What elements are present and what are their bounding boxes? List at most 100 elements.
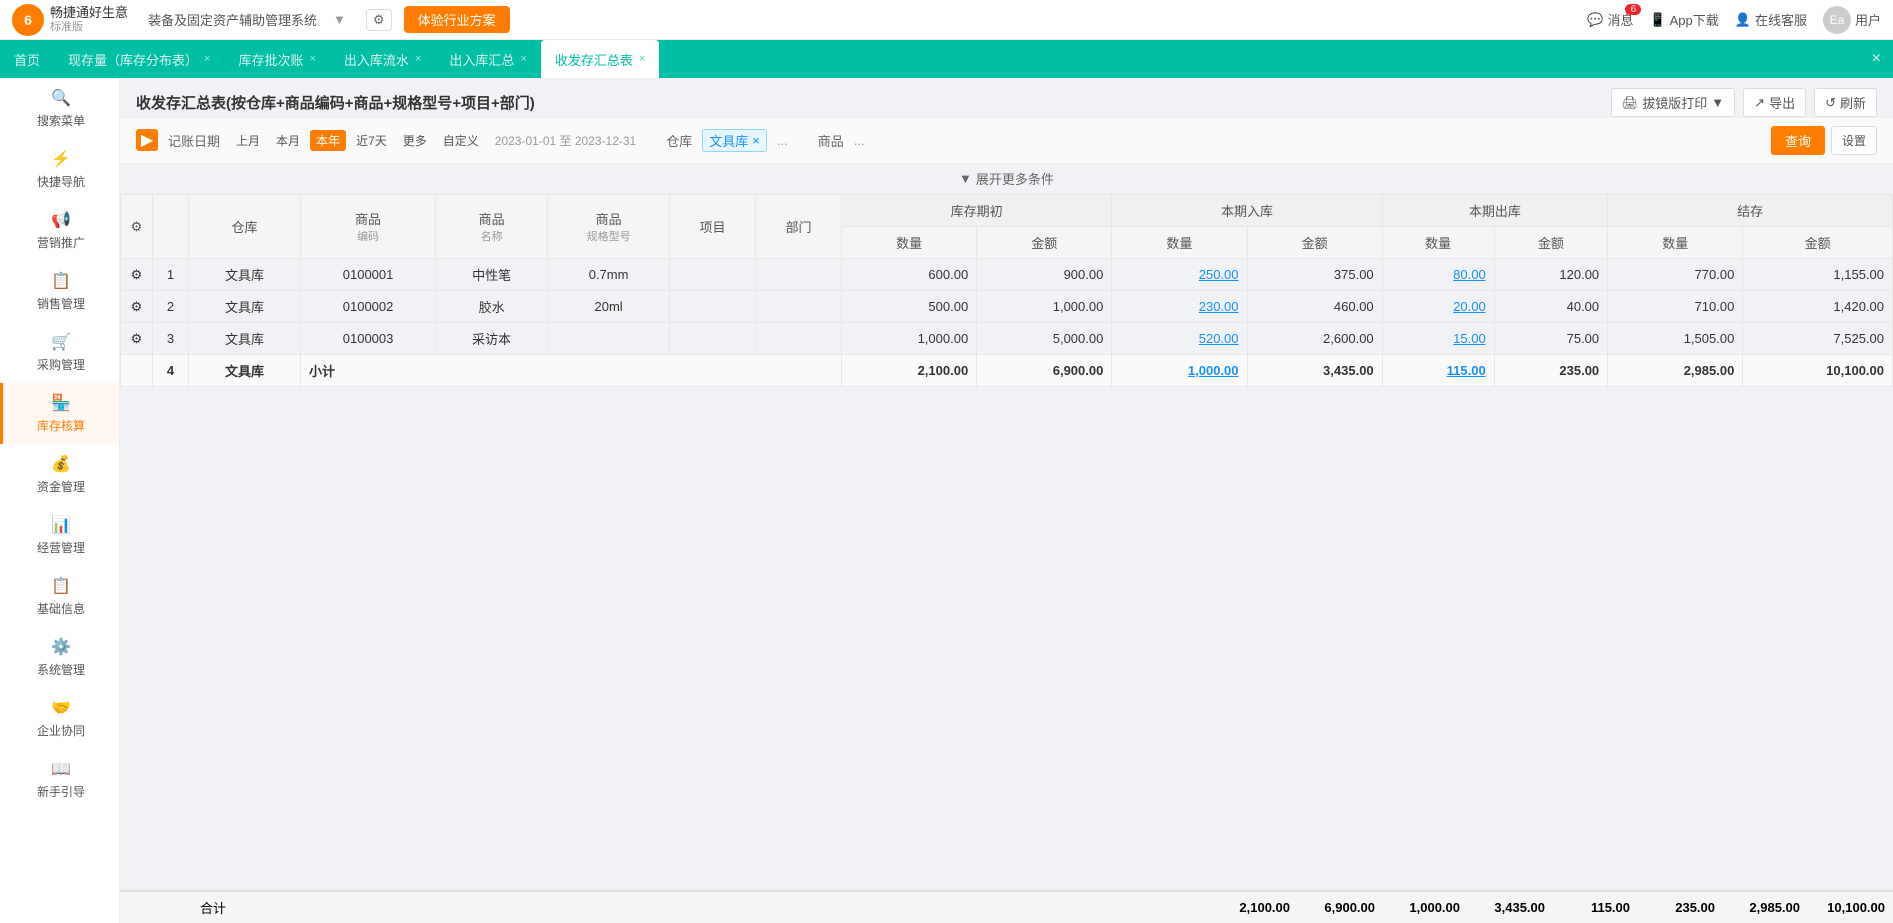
tab-home[interactable]: 首页 xyxy=(0,40,54,78)
sidebar-item-system[interactable]: ⚙️ 系统管理 xyxy=(0,627,119,688)
goods-more[interactable]: ... xyxy=(854,133,865,148)
table-row: ⚙ 2 文具库 0100002 胶水 20ml 500.00 1,000.00 … xyxy=(121,291,1893,323)
finance-icon: 💰 xyxy=(51,454,71,474)
tab-receive-send[interactable]: 收发存汇总表 × xyxy=(541,40,659,78)
sidebar-item-search[interactable]: 🔍 搜索菜单 xyxy=(0,78,119,139)
row-balance-qty: 770.00 xyxy=(1608,259,1743,291)
sidebar-item-finance[interactable]: 💰 资金管理 xyxy=(0,444,119,505)
gear-icon[interactable]: ⚙ xyxy=(366,9,392,31)
row-out-qty[interactable]: 20.00 xyxy=(1382,291,1494,323)
close-all-tabs[interactable]: × xyxy=(1860,50,1893,68)
expand-label: 展开更多条件 xyxy=(976,169,1054,188)
query-button[interactable]: 查询 xyxy=(1771,126,1825,155)
print-button[interactable]: 🖨 拔镜版打印 ▼ xyxy=(1611,88,1735,117)
print-dropdown-icon: ▼ xyxy=(1711,95,1724,110)
row-gear[interactable]: ⚙ xyxy=(121,291,153,323)
row-in-qty[interactable]: 250.00 xyxy=(1112,259,1247,291)
date-opt-thismonth[interactable]: 本月 xyxy=(270,130,306,151)
tab-inventory-dist[interactable]: 现存量（库存分布表） × xyxy=(54,40,224,78)
service-icon: 👤 xyxy=(1735,12,1751,28)
tab-inventory-dist-close[interactable]: × xyxy=(204,53,210,65)
th-out-group: 本期出库 xyxy=(1382,195,1608,227)
row-goods-spec: 20ml xyxy=(548,291,670,323)
system-dropdown-icon[interactable]: ▼ xyxy=(333,12,346,27)
export-button[interactable]: ↗ 导出 xyxy=(1743,88,1806,117)
sidebar-item-quicknav[interactable]: ⚡ 快捷导航 xyxy=(0,139,119,200)
main-table: ⚙ 仓库 商品编码 商品名称 商品规格型号 项目 部门 库存期初 本期入库 本期… xyxy=(120,194,1893,387)
th-goods-name: 商品名称 xyxy=(436,195,548,259)
sidebar-item-inventory[interactable]: 🏪 库存核算 xyxy=(0,383,119,444)
trial-button[interactable]: 体验行业方案 xyxy=(404,6,510,33)
date-opt-custom[interactable]: 自定义 xyxy=(437,130,485,151)
warehouse-tag-remove[interactable]: × xyxy=(752,133,760,148)
date-opt-more[interactable]: 更多 xyxy=(397,130,433,151)
tab-receive-send-close[interactable]: × xyxy=(639,53,645,65)
app-download-item[interactable]: 📱 App下载 xyxy=(1649,10,1718,29)
tab-flow[interactable]: 出入库流水 × xyxy=(330,40,435,78)
row-goods-code: 0100003 xyxy=(300,323,435,355)
tab-summary[interactable]: 出入库汇总 × xyxy=(435,40,540,78)
sidebar-label-system: 系统管理 xyxy=(37,661,85,678)
date-opt-thisyear[interactable]: 本年 xyxy=(310,130,346,151)
tab-receive-send-label: 收发存汇总表 xyxy=(555,50,633,69)
sidebar-item-guide[interactable]: 📖 新手引导 xyxy=(0,749,119,810)
footer-in-amt: 3,435.00 xyxy=(1468,900,1553,915)
row-goods-spec: 0.7mm xyxy=(548,259,670,291)
user-item[interactable]: Ea 用户 xyxy=(1823,6,1881,34)
row-gear[interactable]: ⚙ xyxy=(121,323,153,355)
expand-conditions-btn[interactable]: ▼ 展开更多条件 xyxy=(959,169,1054,188)
row-gear[interactable]: ⚙ xyxy=(121,259,153,291)
row-in-qty[interactable]: 520.00 xyxy=(1112,323,1247,355)
table-row: ⚙ 3 文具库 0100003 采访本 1,000.00 5,000.00 52… xyxy=(121,323,1893,355)
row-goods-code: 0100001 xyxy=(300,259,435,291)
warehouse-more[interactable]: ... xyxy=(777,133,788,148)
content-area: 收发存汇总表(按仓库+商品编码+商品+规格型号+项目+部门) 🖨 拔镜版打印 ▼… xyxy=(120,78,1893,923)
row-out-qty[interactable]: 15.00 xyxy=(1382,323,1494,355)
subtotal-out-qty[interactable]: 115.00 xyxy=(1382,355,1494,387)
row-warehouse: 文具库 xyxy=(189,291,301,323)
warehouse-tag[interactable]: 文具库 × xyxy=(702,129,767,152)
row-in-amt: 375.00 xyxy=(1247,259,1382,291)
tab-batch-close[interactable]: × xyxy=(309,53,315,65)
filter-toggle-btn[interactable]: ▶ xyxy=(136,129,158,151)
date-opt-lastmonth[interactable]: 上月 xyxy=(230,130,266,151)
row-opening-qty: 500.00 xyxy=(842,291,977,323)
row-in-qty[interactable]: 230.00 xyxy=(1112,291,1247,323)
row-out-qty[interactable]: 80.00 xyxy=(1382,259,1494,291)
sidebar-item-basic[interactable]: 📋 基础信息 xyxy=(0,566,119,627)
sidebar-label-search: 搜索菜单 xyxy=(37,112,85,129)
sidebar-label-guide: 新手引导 xyxy=(37,783,85,800)
row-balance-amt: 7,525.00 xyxy=(1743,323,1893,355)
sidebar-item-sales[interactable]: 📋 销售管理 xyxy=(0,261,119,322)
tab-flow-close[interactable]: × xyxy=(415,53,421,65)
row-balance-qty: 710.00 xyxy=(1608,291,1743,323)
sidebar-item-collab[interactable]: 🤝 企业协同 xyxy=(0,688,119,749)
sidebar-item-business[interactable]: 📊 经营管理 xyxy=(0,505,119,566)
refresh-button[interactable]: ↺ 刷新 xyxy=(1814,88,1877,117)
table-row: ⚙ 1 文具库 0100001 中性笔 0.7mm 600.00 900.00 … xyxy=(121,259,1893,291)
search-icon: 🔍 xyxy=(51,88,71,108)
subtotal-in-qty[interactable]: 1,000.00 xyxy=(1112,355,1247,387)
th-gear[interactable]: ⚙ xyxy=(121,195,153,259)
subtotal-gear xyxy=(121,355,153,387)
th-goods-spec: 商品规格型号 xyxy=(548,195,670,259)
th-goods-code: 商品编码 xyxy=(300,195,435,259)
business-icon: 📊 xyxy=(51,515,71,535)
sidebar-item-purchase[interactable]: 🛒 采购管理 xyxy=(0,322,119,383)
marketing-icon: 📢 xyxy=(51,210,71,230)
logo-icon: 6 xyxy=(12,4,44,36)
message-item[interactable]: 💬 消息 6 xyxy=(1587,10,1633,29)
footer-balance-qty: 2,985.00 xyxy=(1723,900,1808,915)
refresh-icon: ↺ xyxy=(1825,95,1836,111)
date-opt-7days[interactable]: 近7天 xyxy=(350,130,393,151)
tab-inventory-dist-label: 现存量（库存分布表） xyxy=(68,50,198,69)
message-badge: 6 xyxy=(1625,4,1641,15)
top-right: 💬 消息 6 📱 App下载 👤 在线客服 Ea 用户 xyxy=(1587,6,1881,34)
online-service-item[interactable]: 👤 在线客服 xyxy=(1735,10,1807,29)
sidebar-item-marketing[interactable]: 📢 营销推广 xyxy=(0,200,119,261)
row-seq: 3 xyxy=(153,323,189,355)
settings-button[interactable]: 设置 xyxy=(1831,126,1877,155)
tab-summary-close[interactable]: × xyxy=(520,53,526,65)
tab-batch-label: 库存批次账 xyxy=(238,50,303,69)
tab-batch[interactable]: 库存批次账 × xyxy=(224,40,329,78)
